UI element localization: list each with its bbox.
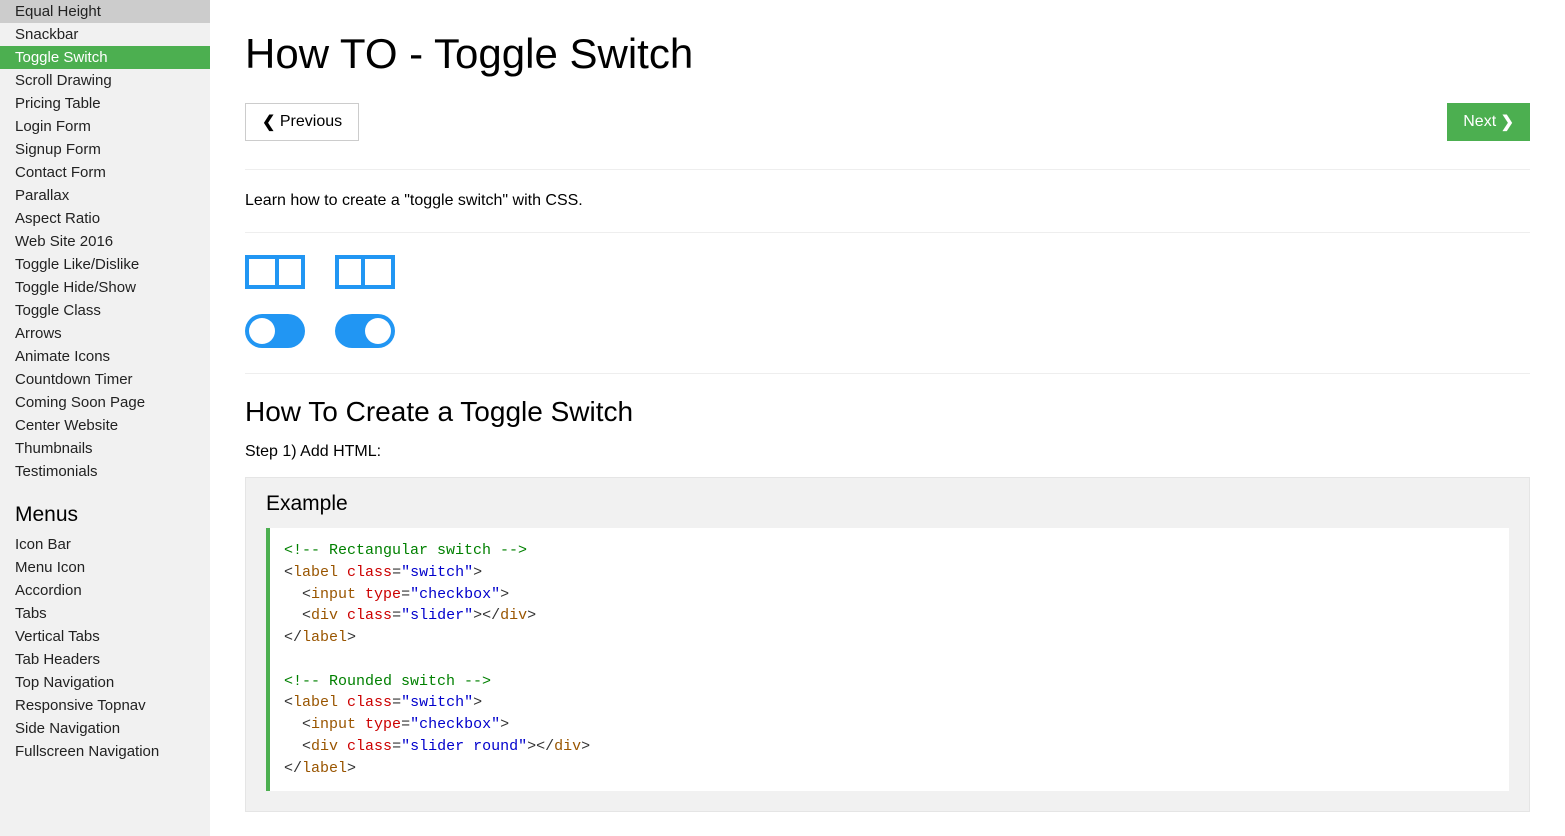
sidebar-item[interactable]: Scroll Drawing <box>0 69 210 92</box>
sidebar-item[interactable]: Toggle Hide/Show <box>0 276 210 299</box>
toggle-round-off[interactable] <box>245 314 305 348</box>
chevron-right-icon: ❯ <box>1501 112 1514 132</box>
sidebar-item[interactable]: Tab Headers <box>0 648 210 671</box>
chevron-left-icon: ❮ <box>262 112 275 132</box>
divider <box>245 232 1530 233</box>
sidebar-item[interactable]: Parallax <box>0 184 210 207</box>
sidebar-heading-menus: Menus <box>0 483 210 533</box>
sidebar-item[interactable]: Aspect Ratio <box>0 207 210 230</box>
sidebar-item[interactable]: Login Form <box>0 115 210 138</box>
sidebar-item[interactable]: Testimonials <box>0 460 210 483</box>
divider <box>245 169 1530 170</box>
sidebar-item[interactable]: Menu Icon <box>0 556 210 579</box>
demo-row-round <box>245 314 1530 348</box>
intro-text: Learn how to create a "toggle switch" wi… <box>245 192 1530 210</box>
next-button[interactable]: Next ❯ <box>1447 103 1530 141</box>
sidebar-item[interactable]: Signup Form <box>0 138 210 161</box>
demo-row-rect <box>245 255 1530 289</box>
sidebar-item[interactable]: Web Site 2016 <box>0 230 210 253</box>
sidebar-item[interactable]: Animate Icons <box>0 345 210 368</box>
sidebar-item[interactable]: Thumbnails <box>0 437 210 460</box>
sidebar-item[interactable]: Pricing Table <box>0 92 210 115</box>
slider-rect <box>335 255 395 289</box>
sidebar-item[interactable]: Toggle Like/Dislike <box>0 253 210 276</box>
sidebar-item[interactable]: Arrows <box>0 322 210 345</box>
sidebar-item[interactable]: Toggle Switch <box>0 46 210 69</box>
section-heading: How To Create a Toggle Switch <box>245 396 1530 428</box>
slider-round <box>335 314 395 348</box>
step-text: Step 1) Add HTML: <box>245 443 1530 461</box>
main-content: How TO - Toggle Switch ❮ Previous Next ❯… <box>210 0 1565 836</box>
sidebar-item[interactable]: Equal Height <box>0 0 210 23</box>
toggle-rect-off[interactable] <box>245 255 305 289</box>
sidebar-item[interactable]: Center Website <box>0 414 210 437</box>
page-title: How TO - Toggle Switch <box>245 30 1530 78</box>
sidebar-item[interactable]: Accordion <box>0 579 210 602</box>
sidebar-item[interactable]: Fullscreen Navigation <box>0 740 210 763</box>
sidebar-item[interactable]: Icon Bar <box>0 533 210 556</box>
sidebar: Equal HeightSnackbarToggle SwitchScroll … <box>0 0 210 836</box>
slider-round <box>245 314 305 348</box>
sidebar-item[interactable]: Contact Form <box>0 161 210 184</box>
sidebar-item[interactable]: Toggle Class <box>0 299 210 322</box>
sidebar-item[interactable]: Side Navigation <box>0 717 210 740</box>
slider-rect <box>245 255 305 289</box>
example-heading: Example <box>266 492 1509 516</box>
toggle-round-on[interactable] <box>335 314 395 348</box>
sidebar-item[interactable]: Responsive Topnav <box>0 694 210 717</box>
divider <box>245 373 1530 374</box>
sidebar-item[interactable]: Snackbar <box>0 23 210 46</box>
sidebar-item[interactable]: Vertical Tabs <box>0 625 210 648</box>
previous-button[interactable]: ❮ Previous <box>245 103 359 141</box>
sidebar-item[interactable]: Coming Soon Page <box>0 391 210 414</box>
sidebar-item[interactable]: Countdown Timer <box>0 368 210 391</box>
code-block: <!-- Rectangular switch --> <label class… <box>266 528 1509 791</box>
example-box: Example <!-- Rectangular switch --> <lab… <box>245 477 1530 812</box>
sidebar-item[interactable]: Top Navigation <box>0 671 210 694</box>
nav-buttons: ❮ Previous Next ❯ <box>245 103 1530 141</box>
toggle-rect-on[interactable] <box>335 255 395 289</box>
sidebar-item[interactable]: Tabs <box>0 602 210 625</box>
